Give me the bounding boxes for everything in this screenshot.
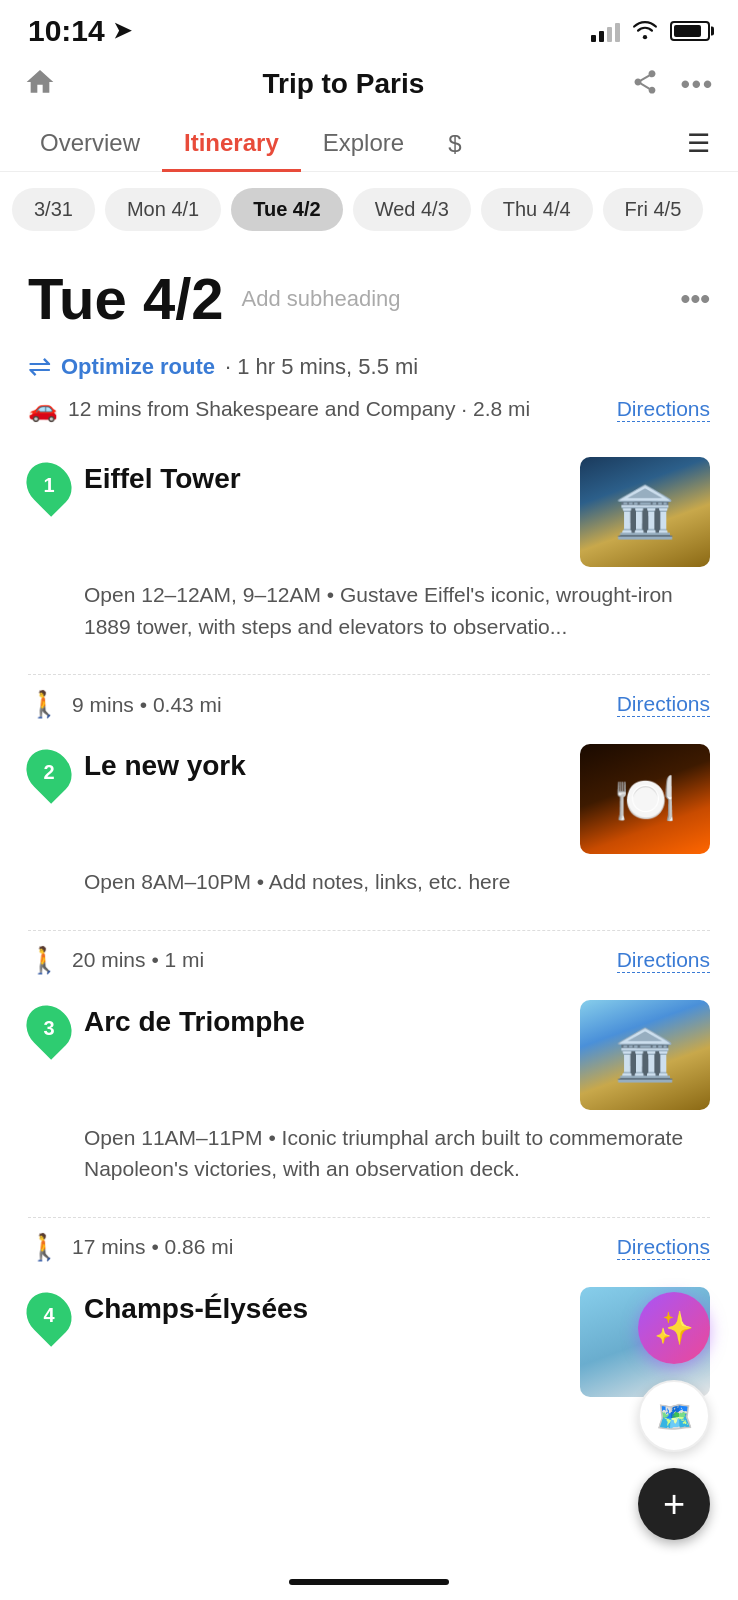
walk-icon: 🚶: [28, 945, 60, 976]
day-chip-fri45[interactable]: Fri 4/5: [603, 188, 704, 231]
walk-time-distance: 20 mins • 1 mi: [72, 948, 605, 972]
time-display: 10:14: [28, 14, 105, 48]
day-chip-thu44[interactable]: Thu 4/4: [481, 188, 593, 231]
place-arc-de-triomphe: 3 Arc de Triomphe Open 11AM–11PM • Iconi…: [28, 1000, 710, 1277]
place-description: Open 11AM–11PM • Iconic triumphal arch b…: [28, 1122, 710, 1185]
tab-budget[interactable]: $: [426, 118, 483, 170]
status-icons: [591, 18, 710, 44]
walk-distance: 1 mi: [165, 948, 205, 971]
place-card: 3 Arc de Triomphe Open 11AM–11PM • Iconi…: [28, 1000, 710, 1209]
transit-text: 12 mins from Shakespeare and Company · 2…: [68, 397, 607, 421]
place-thumbnail-lenewyork[interactable]: [580, 744, 710, 854]
tab-bar: Overview Itinerary Explore $ ☰: [0, 116, 738, 172]
walk-icon: 🚶: [28, 1232, 60, 1263]
optimize-route-link[interactable]: Optimize route: [61, 354, 215, 380]
location-arrow-icon: ➤: [113, 18, 131, 44]
place-description: Open 12–12AM, 9–12AM • Gustave Eiffel's …: [28, 579, 710, 642]
place-name[interactable]: Arc de Triomphe: [84, 1000, 566, 1038]
walk-icon: 🚶: [28, 689, 60, 720]
home-indicator: [289, 1579, 449, 1585]
day-chip-mon41[interactable]: Mon 4/1: [105, 188, 221, 231]
add-fab-button[interactable]: +: [638, 1468, 710, 1540]
walk-directions-link-3[interactable]: Directions: [617, 1235, 710, 1260]
place-champs-elysees: 4 Champs-Élysées: [28, 1287, 710, 1417]
share-icon[interactable]: [631, 68, 659, 100]
walk-time: 9 mins: [72, 693, 134, 716]
transit-directions-link[interactable]: Directions: [617, 397, 710, 422]
place-le-new-york: 2 Le new york Open 8AM–10PM • Add notes,…: [28, 744, 710, 990]
magic-fab-button[interactable]: ✨: [638, 1292, 710, 1364]
place-pin-1: 1: [17, 453, 81, 517]
add-subheading-button[interactable]: Add subheading: [242, 286, 663, 312]
bottom-bar: [0, 1564, 738, 1600]
walk-directions-link-2[interactable]: Directions: [617, 948, 710, 973]
day-selector[interactable]: 3/31 Mon 4/1 Tue 4/2 Wed 4/3 Thu 4/4 Fri…: [0, 172, 738, 247]
place-number: 2: [43, 761, 54, 784]
place-header: 2 Le new york: [28, 744, 710, 854]
day-chip-mar31[interactable]: 3/31: [12, 188, 95, 231]
day-content: Tue 4/2 Add subheading ••• ⇌ Optimize ro…: [0, 247, 738, 1417]
place-card: 2 Le new york Open 8AM–10PM • Add notes,…: [28, 744, 710, 922]
day-more-options-icon[interactable]: •••: [681, 283, 710, 315]
plus-icon: +: [663, 1485, 685, 1523]
walk-time: 17 mins: [72, 1235, 146, 1258]
walk-directions-link-1[interactable]: Directions: [617, 692, 710, 717]
place-number: 3: [43, 1016, 54, 1039]
place-thumbnail-eiffel[interactable]: [580, 457, 710, 567]
place-number: 4: [43, 1303, 54, 1326]
optimize-route-row: ⇌ Optimize route · 1 hr 5 mins, 5.5 mi: [28, 350, 710, 383]
walk-distance: 0.43 mi: [153, 693, 222, 716]
route-icon: ⇌: [28, 350, 51, 383]
tab-explore[interactable]: Explore: [301, 117, 426, 172]
place-name[interactable]: Eiffel Tower: [84, 457, 566, 495]
top-nav: Trip to Paris •••: [0, 56, 738, 116]
nav-right-actions: •••: [631, 68, 714, 100]
fab-container: ✨ 🗺️ +: [638, 1292, 710, 1540]
more-options-icon[interactable]: •••: [681, 69, 714, 100]
place-pin-4: 4: [17, 1283, 81, 1347]
home-icon[interactable]: [24, 66, 56, 102]
place-name[interactable]: Champs-Élysées: [84, 1287, 566, 1325]
day-chip-wed43[interactable]: Wed 4/3: [353, 188, 471, 231]
place-pin-3: 3: [17, 996, 81, 1060]
walk-time-distance: 17 mins • 0.86 mi: [72, 1235, 605, 1259]
walk-row-2: 🚶 20 mins • 1 mi Directions: [28, 930, 710, 990]
place-thumbnail-arc[interactable]: [580, 1000, 710, 1110]
tab-menu-icon[interactable]: ☰: [677, 116, 720, 171]
map-fab-button[interactable]: 🗺️: [638, 1380, 710, 1452]
place-header: 3 Arc de Triomphe: [28, 1000, 710, 1110]
optimize-meta: · 1 hr 5 mins, 5.5 mi: [225, 354, 418, 380]
day-heading: Tue 4/2: [28, 265, 224, 332]
place-description: Open 8AM–10PM • Add notes, links, etc. h…: [28, 866, 710, 898]
tab-overview[interactable]: Overview: [18, 117, 162, 172]
place-header: 1 Eiffel Tower: [28, 457, 710, 567]
place-header: 4 Champs-Élysées: [28, 1287, 710, 1397]
place-name[interactable]: Le new york: [84, 744, 566, 782]
place-card: 1 Eiffel Tower Open 12–12AM, 9–12AM • Gu…: [28, 457, 710, 666]
walk-row-1: 🚶 9 mins • 0.43 mi Directions: [28, 674, 710, 734]
day-header: Tue 4/2 Add subheading •••: [28, 265, 710, 332]
wifi-icon: [632, 18, 658, 44]
tab-itinerary[interactable]: Itinerary: [162, 117, 301, 172]
day-chip-tue42[interactable]: Tue 4/2: [231, 188, 342, 231]
page-title: Trip to Paris: [262, 68, 424, 100]
walk-distance: 0.86 mi: [165, 1235, 234, 1258]
from-transit-row: 🚗 12 mins from Shakespeare and Company ·…: [28, 395, 710, 435]
car-icon: 🚗: [28, 395, 58, 423]
battery-icon: [670, 21, 710, 41]
magic-wand-icon: ✨: [654, 1309, 694, 1347]
walk-time-distance: 9 mins • 0.43 mi: [72, 693, 605, 717]
walk-time: 20 mins: [72, 948, 146, 971]
status-time: 10:14 ➤: [28, 14, 131, 48]
status-bar: 10:14 ➤: [0, 0, 738, 56]
map-icon: 🗺️: [656, 1399, 693, 1434]
place-eiffel-tower: 1 Eiffel Tower Open 12–12AM, 9–12AM • Gu…: [28, 457, 710, 734]
walk-row-3: 🚶 17 mins • 0.86 mi Directions: [28, 1217, 710, 1277]
place-number: 1: [43, 474, 54, 497]
place-card: 4 Champs-Élysées: [28, 1287, 710, 1417]
signal-icon: [591, 20, 620, 42]
place-pin-2: 2: [17, 740, 81, 804]
